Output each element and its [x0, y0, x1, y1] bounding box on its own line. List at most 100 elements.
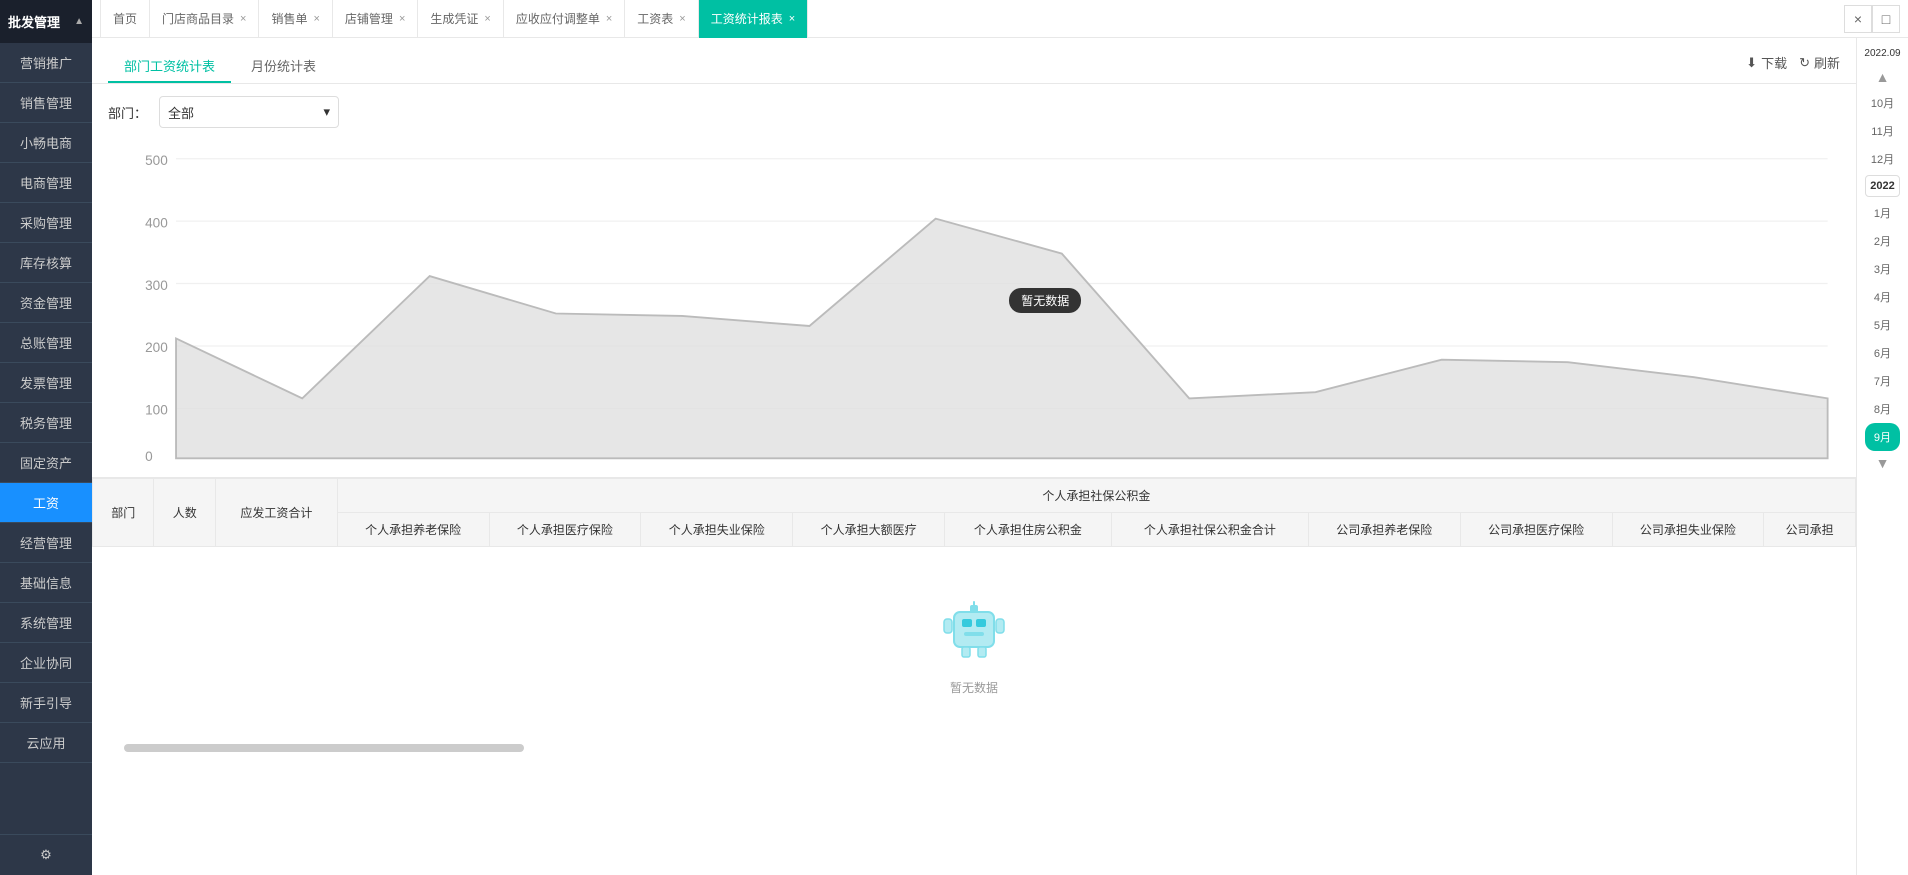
sidebar-item-发票管理[interactable]: 发票管理	[0, 363, 92, 403]
sidebar: 批发管理 ▲ 营销推广销售管理小畅电商电商管理采购管理库存核算资金管理总账管理发…	[0, 0, 92, 875]
salary-chart: 500 400 300 200 100 0	[108, 140, 1840, 477]
filter-bar: 部门： 全部 ▾	[92, 84, 1856, 140]
sidebar-item-固定资产[interactable]: 固定资产	[0, 443, 92, 483]
maximize-button[interactable]: □	[1872, 5, 1900, 33]
sidebar-item-基础信息[interactable]: 基础信息	[0, 563, 92, 603]
gear-icon: ⚙	[40, 847, 52, 862]
tab-close-icon[interactable]: ×	[606, 13, 612, 25]
sidebar-item-税务管理[interactable]: 税务管理	[0, 403, 92, 443]
col-4: 个人承担住房公积金	[944, 513, 1111, 547]
close-window-button[interactable]: ×	[1844, 5, 1872, 33]
svg-text:400: 400	[145, 215, 168, 230]
timeline-month-10月[interactable]: 10月	[1861, 89, 1903, 117]
svg-text:0: 0	[145, 449, 153, 464]
salary-table: 部门 人数 应发工资合计 个人承担社保公积金 个人承担养老保险个人承担医疗保险个…	[92, 478, 1856, 736]
sidebar-item-库存核算[interactable]: 库存核算	[0, 243, 92, 283]
col-7: 公司承担医疗保险	[1460, 513, 1612, 547]
col-1: 个人承担医疗保险	[489, 513, 641, 547]
timeline-month-11月[interactable]: 11月	[1861, 117, 1903, 145]
timeline-month-8月[interactable]: 8月	[1861, 395, 1903, 423]
timeline-month-5月[interactable]: 5月	[1861, 311, 1903, 339]
timeline-month-12月[interactable]: 12月	[1861, 145, 1903, 173]
col-dept: 部门	[93, 479, 154, 547]
sidebar-item-电商管理[interactable]: 电商管理	[0, 163, 92, 203]
chart-tooltip: 暂无数据	[1009, 288, 1081, 313]
tab-dept-salary[interactable]: 部门工资统计表	[108, 50, 231, 83]
tab-close-icon[interactable]: ×	[484, 13, 490, 25]
svg-text:300: 300	[145, 278, 168, 293]
timeline-month-2月[interactable]: 2月	[1861, 227, 1903, 255]
empty-state-row: 暂无数据	[93, 547, 1856, 737]
timeline-month-4月[interactable]: 4月	[1861, 283, 1903, 311]
col-2: 个人承担失业保险	[641, 513, 793, 547]
col-6: 公司承担养老保险	[1308, 513, 1460, 547]
col-9: 公司承担	[1764, 513, 1856, 547]
col-group-personal: 个人承担社保公积金	[337, 479, 1855, 513]
sidebar-item-小畅电商[interactable]: 小畅电商	[0, 123, 92, 163]
sidebar-item-新手引导[interactable]: 新手引导	[0, 683, 92, 723]
col-3: 个人承担大额医疗	[793, 513, 945, 547]
department-select-value: 全部	[168, 103, 194, 122]
table-scroll-bar[interactable]	[124, 744, 524, 752]
tab-close-icon[interactable]: ×	[399, 13, 405, 25]
settings-button[interactable]: ⚙	[0, 834, 92, 875]
sidebar-arrow: ▲	[74, 16, 84, 27]
tab-首页[interactable]: 首页	[100, 0, 150, 38]
timeline-month-3月[interactable]: 3月	[1861, 255, 1903, 283]
sidebar-item-资金管理[interactable]: 资金管理	[0, 283, 92, 323]
svg-text:500: 500	[145, 153, 168, 168]
sub-tabs: 部门工资统计表 月份统计表 ⬇ 下载 ↻ 刷新	[92, 38, 1856, 84]
chart-area-fill	[176, 219, 1828, 459]
sidebar-title: 批发管理	[8, 12, 60, 31]
timeline-month-1月[interactable]: 1月	[1861, 199, 1903, 227]
refresh-button[interactable]: ↻ 刷新	[1799, 53, 1840, 72]
timeline-month-9月[interactable]: 9月	[1865, 423, 1899, 451]
sidebar-item-采购管理[interactable]: 采购管理	[0, 203, 92, 243]
tab-销售单[interactable]: 销售单×	[259, 0, 332, 38]
download-button[interactable]: ⬇ 下载	[1746, 53, 1787, 72]
sidebar-item-总账管理[interactable]: 总账管理	[0, 323, 92, 363]
tab-生成凭证[interactable]: 生成凭证×	[418, 0, 503, 38]
sidebar-item-企业协同[interactable]: 企业协同	[0, 643, 92, 683]
sidebar-item-营销推广[interactable]: 营销推广	[0, 43, 92, 83]
tab-close-icon[interactable]: ×	[679, 13, 685, 25]
sidebar-item-销售管理[interactable]: 销售管理	[0, 83, 92, 123]
col-5: 个人承担社保公积金合计	[1111, 513, 1308, 547]
col-total-salary: 应发工资合计	[215, 479, 337, 547]
timeline-year-display: 2022.09	[1857, 42, 1908, 65]
svg-text:200: 200	[145, 340, 168, 355]
tab-monthly-stats[interactable]: 月份统计表	[235, 50, 332, 83]
timeline-up-button[interactable]: ▲	[1872, 65, 1894, 89]
tab-工资统计报表[interactable]: 工资统计报表×	[699, 0, 808, 38]
department-select[interactable]: 全部 ▾	[159, 96, 339, 128]
timeline-year-2022[interactable]: 2022	[1865, 175, 1899, 197]
tab-门店商品目录[interactable]: 门店商品目录×	[150, 0, 259, 38]
sidebar-item-工资[interactable]: 工资	[0, 483, 92, 523]
sidebar-item-经营管理[interactable]: 经营管理	[0, 523, 92, 563]
main-area: 首页门店商品目录×销售单×店铺管理×生成凭证×应收应付调整单×工资表×工资统计报…	[92, 0, 1908, 875]
sidebar-item-云应用[interactable]: 云应用	[0, 723, 92, 763]
download-icon: ⬇	[1746, 55, 1757, 71]
tab-工资表[interactable]: 工资表×	[625, 0, 698, 38]
sidebar-item-系统管理[interactable]: 系统管理	[0, 603, 92, 643]
page-content: 部门工资统计表 月份统计表 ⬇ 下载 ↻ 刷新 部门：	[92, 38, 1856, 875]
tab-bar: 首页门店商品目录×销售单×店铺管理×生成凭证×应收应付调整单×工资表×工资统计报…	[92, 0, 1908, 38]
empty-robot-icon	[934, 587, 1014, 667]
col-headcount: 人数	[154, 479, 215, 547]
timeline-down-button[interactable]: ▼	[1872, 451, 1894, 475]
sub-tabs-right: ⬇ 下载 ↻ 刷新	[1746, 53, 1840, 80]
timeline-panel: 2022.09 ▲ 10月11月12月20221月2月3月4月5月6月7月8月9…	[1856, 38, 1908, 875]
table-area[interactable]: 部门 人数 应发工资合计 个人承担社保公积金 个人承担养老保险个人承担医疗保险个…	[92, 477, 1856, 875]
col-8: 公司承担失业保险	[1612, 513, 1764, 547]
tab-应收应付调整单[interactable]: 应收应付调整单×	[504, 0, 625, 38]
sidebar-header[interactable]: 批发管理 ▲	[0, 0, 92, 43]
empty-label: 暂无数据	[950, 679, 998, 696]
tab-close-icon[interactable]: ×	[789, 13, 795, 25]
timeline-month-7月[interactable]: 7月	[1861, 367, 1903, 395]
tab-close-icon[interactable]: ×	[240, 13, 246, 25]
tab-店铺管理[interactable]: 店铺管理×	[333, 0, 418, 38]
tab-close-icon[interactable]: ×	[313, 13, 319, 25]
timeline-month-6月[interactable]: 6月	[1861, 339, 1903, 367]
chevron-down-icon: ▾	[323, 104, 330, 120]
col-0: 个人承担养老保险	[337, 513, 489, 547]
